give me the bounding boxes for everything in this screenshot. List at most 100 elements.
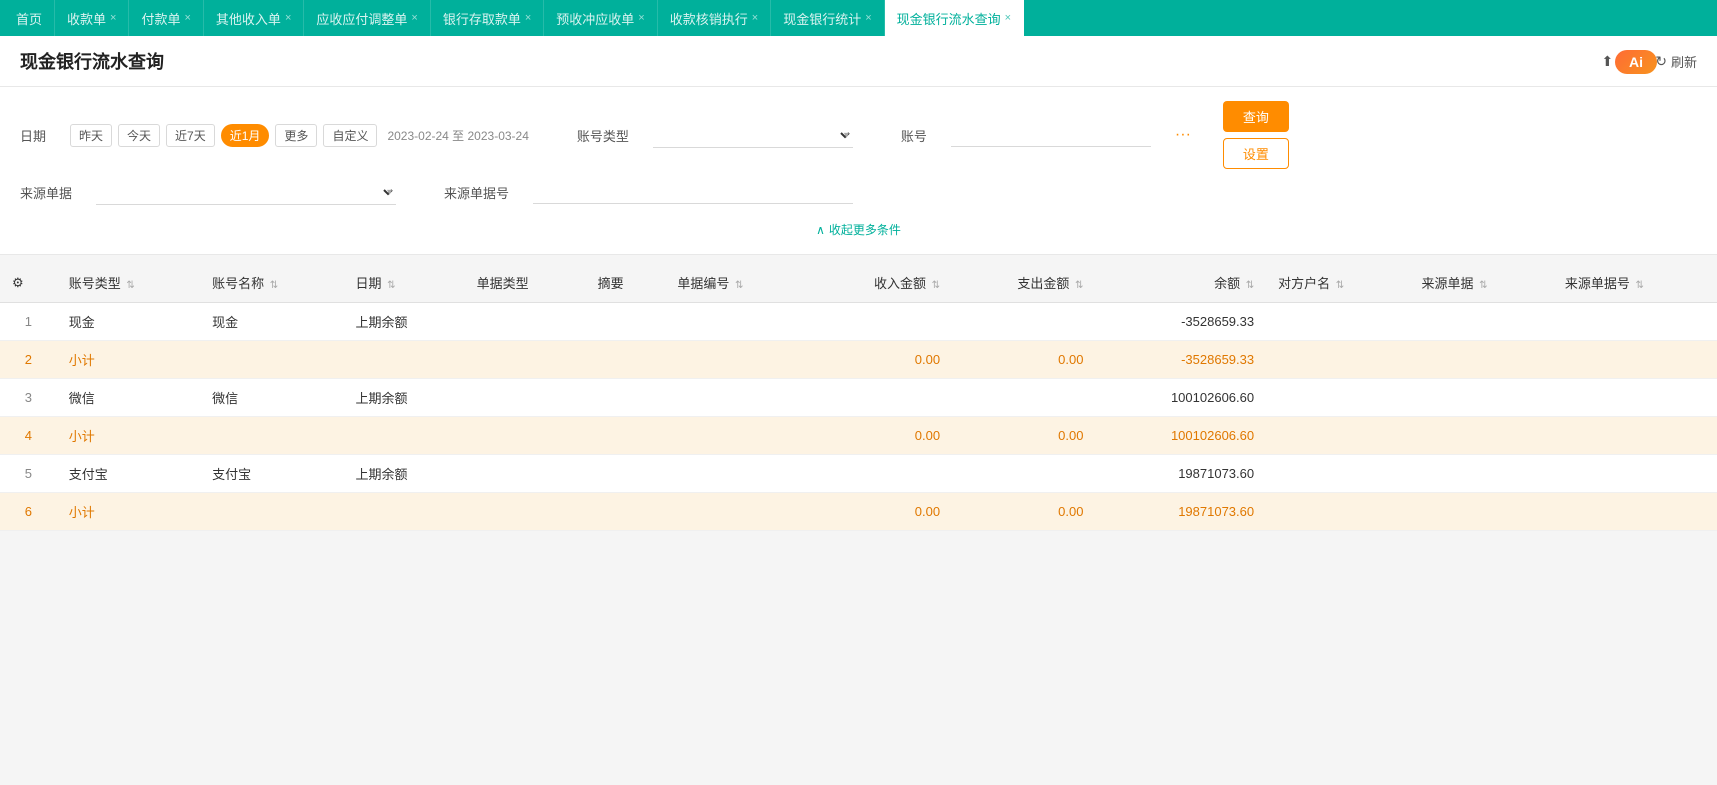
col-date[interactable]: 日期 ⇅ [344, 263, 465, 303]
nav-tab-prepay-offset[interactable]: 预收冲应收单× [544, 0, 657, 36]
cell-balance: -3528659.33 [1095, 341, 1266, 379]
account-type-label: 账号类型 [577, 126, 629, 145]
nav-tab-collection-exec[interactable]: 收款核销执行× [658, 0, 771, 36]
row-number: 4 [0, 417, 57, 455]
cell-account-name: 现金 [200, 303, 343, 341]
cell-summary [586, 455, 666, 493]
table-row: 5支付宝支付宝上期余额19871073.60 [0, 455, 1717, 493]
cell-counterparty [1266, 341, 1409, 379]
cell-source-doc-no [1553, 493, 1717, 531]
col-expense[interactable]: 支出金额 ⇅ [952, 263, 1095, 303]
cell-account-type: 小计 [57, 341, 200, 379]
nav-tab-bank-deposit[interactable]: 银行存取款单× [431, 0, 544, 36]
cell-income [809, 455, 952, 493]
cell-source-doc-no [1553, 417, 1717, 455]
sort-icon-source-doc-no: ⇅ [1635, 280, 1643, 291]
col-gear[interactable]: ⚙ [0, 263, 57, 303]
cell-source-doc-no [1553, 303, 1717, 341]
col-account-type[interactable]: 账号类型 ⇅ [57, 263, 200, 303]
source-doc-no-input[interactable] [533, 180, 853, 204]
col-doc-no[interactable]: 单据编号 ⇅ [665, 263, 808, 303]
date-more[interactable]: 更多 [275, 124, 317, 147]
close-icon-payment[interactable]: × [184, 12, 190, 24]
nav-tab-payment[interactable]: 付款单× [129, 0, 203, 36]
close-icon-prepay-offset[interactable]: × [638, 12, 644, 24]
cell-source-doc [1409, 303, 1552, 341]
cell-summary [586, 493, 666, 531]
cell-counterparty [1266, 379, 1409, 417]
cell-account-type: 微信 [57, 379, 200, 417]
col-counterparty[interactable]: 对方户名 ⇅ [1266, 263, 1409, 303]
close-icon-bank-deposit[interactable]: × [525, 12, 531, 24]
cell-summary [586, 379, 666, 417]
sort-icon-doc-no: ⇅ [735, 280, 743, 291]
col-income[interactable]: 收入金额 ⇅ [809, 263, 952, 303]
date-buttons: 昨天 今天 近7天 近1月 更多 自定义 2023-02-24 至 2023-0… [70, 124, 529, 147]
close-icon-ar-ap-adjust[interactable]: × [411, 12, 417, 24]
filter-row-source: 来源单据 来源单据号 [20, 179, 1697, 205]
table-container: ⚙ 账号类型 ⇅ 账号名称 ⇅ 日期 ⇅ 单据类型 摘要 单据编号 ⇅ 收入金额… [0, 263, 1717, 531]
date-7days[interactable]: 近7天 [166, 124, 215, 147]
cell-doc-type [465, 493, 586, 531]
close-icon-other-income[interactable]: × [285, 12, 291, 24]
refresh-button[interactable]: ↻ 刷新 [1655, 52, 1697, 71]
col-summary: 摘要 [586, 263, 666, 303]
filter-row-date: 日期 昨天 今天 近7天 近1月 更多 自定义 2023-02-24 至 202… [20, 101, 1697, 169]
account-dots-button[interactable]: ··· [1175, 126, 1191, 144]
cell-source-doc [1409, 417, 1552, 455]
col-source-doc-no[interactable]: 来源单据号 ⇅ [1553, 263, 1717, 303]
close-icon-cash-bank-stats[interactable]: × [865, 12, 871, 24]
col-source-doc[interactable]: 来源单据 ⇅ [1409, 263, 1552, 303]
cell-income [809, 379, 952, 417]
date-yesterday[interactable]: 昨天 [70, 124, 112, 147]
close-icon-collection-exec[interactable]: × [752, 12, 758, 24]
source-doc-select-wrapper [96, 179, 396, 205]
close-icon-receipt[interactable]: × [110, 12, 116, 24]
cell-expense: 0.00 [952, 341, 1095, 379]
nav-tab-home[interactable]: 首页 [4, 0, 55, 36]
nav-tab-ar-ap-adjust[interactable]: 应收应付调整单× [304, 0, 430, 36]
col-balance[interactable]: 余额 ⇅ [1095, 263, 1266, 303]
cell-doc-no [665, 493, 808, 531]
cell-counterparty [1266, 303, 1409, 341]
account-type-select[interactable] [653, 122, 853, 148]
cell-account-name: 微信 [200, 379, 343, 417]
cell-doc-type [465, 303, 586, 341]
cell-summary [586, 303, 666, 341]
cell-balance: -3528659.33 [1095, 303, 1266, 341]
date-1month[interactable]: 近1月 [221, 124, 270, 147]
date-today[interactable]: 今天 [118, 124, 160, 147]
cell-account-name [200, 417, 343, 455]
cell-doc-no [665, 303, 808, 341]
nav-tab-cash-bank-stats[interactable]: 现金银行统计× [771, 0, 884, 36]
page-title: 现金银行流水查询 [20, 48, 164, 74]
row-number: 5 [0, 455, 57, 493]
refresh-icon: ↻ [1655, 53, 1667, 70]
collapse-label: 收起更多条件 [829, 221, 901, 238]
cell-expense [952, 455, 1095, 493]
cell-income: 0.00 [809, 417, 952, 455]
table-row: 4小计0.000.00100102606.60 [0, 417, 1717, 455]
close-icon-cash-bank-flow[interactable]: × [1005, 12, 1011, 24]
cell-source-doc [1409, 379, 1552, 417]
nav-tab-cash-bank-flow[interactable]: 现金银行流水查询× [885, 0, 1024, 36]
cell-income [809, 303, 952, 341]
cell-date: 上期余额 [344, 303, 465, 341]
account-label: 账号 [901, 126, 927, 145]
account-input[interactable] [951, 123, 1151, 147]
ai-badge[interactable]: Ai [1615, 50, 1657, 74]
date-custom[interactable]: 自定义 [323, 124, 377, 147]
cell-doc-type [465, 455, 586, 493]
nav-tab-receipt[interactable]: 收款单× [55, 0, 129, 36]
query-button[interactable]: 查询 [1223, 101, 1289, 132]
cell-source-doc-no [1553, 455, 1717, 493]
collapse-bar[interactable]: ∧ 收起更多条件 [20, 215, 1697, 240]
source-doc-select[interactable] [96, 179, 396, 205]
settings-button[interactable]: 设置 [1223, 138, 1289, 169]
col-account-name[interactable]: 账号名称 ⇅ [200, 263, 343, 303]
cell-source-doc [1409, 455, 1552, 493]
cell-balance: 100102606.60 [1095, 379, 1266, 417]
cell-source-doc-no [1553, 341, 1717, 379]
nav-tab-other-income[interactable]: 其他收入单× [204, 0, 304, 36]
cell-income: 0.00 [809, 493, 952, 531]
